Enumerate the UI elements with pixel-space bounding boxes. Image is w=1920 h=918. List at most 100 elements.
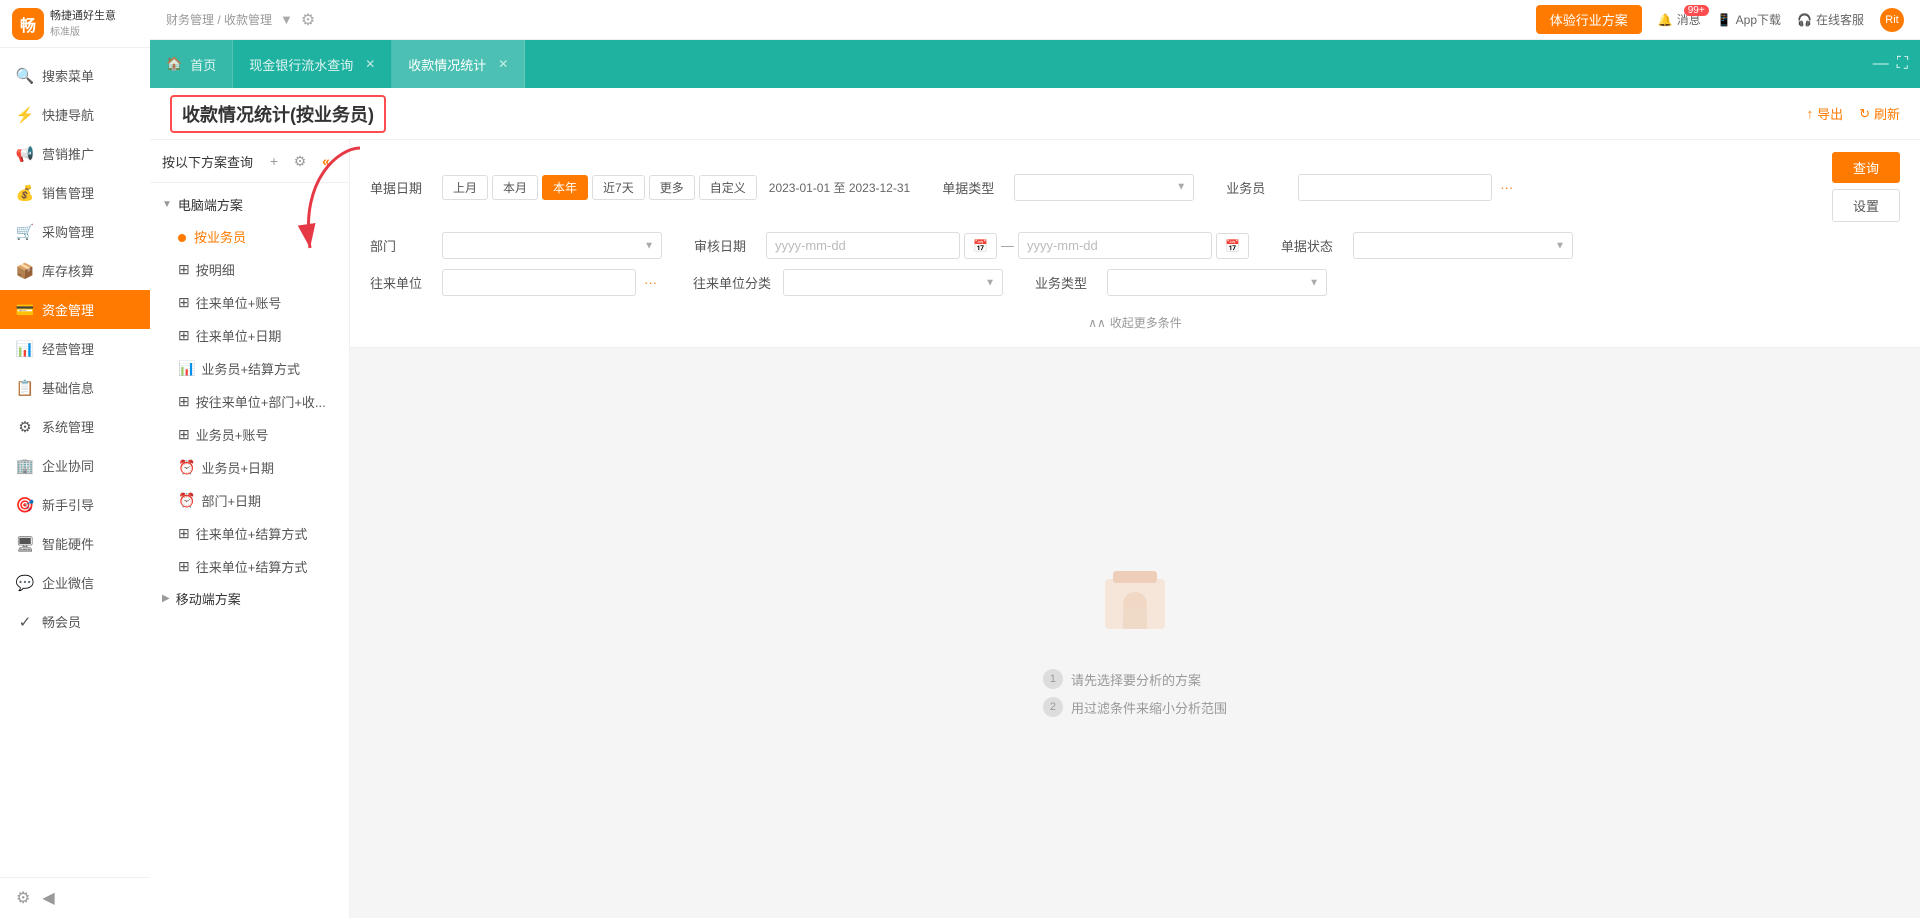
tree-item-counterpart-settle1[interactable]: ⊞ 往来单位+结算方式 bbox=[150, 517, 349, 550]
date-this-year[interactable]: 本年 bbox=[542, 175, 588, 200]
doc-type-select[interactable] bbox=[1014, 174, 1194, 201]
sidebar-item-system[interactable]: ⚙ 系统管理 bbox=[0, 407, 150, 446]
sidebar-item-guide[interactable]: 🎯 新手引导 bbox=[0, 485, 150, 524]
sidebar-item-basic-info[interactable]: 📋 基础信息 bbox=[0, 368, 150, 407]
counterpart-input[interactable] bbox=[442, 269, 636, 296]
counterpart-type-select[interactable] bbox=[783, 269, 1003, 296]
tree-group-label: 电脑端方案 bbox=[178, 195, 243, 214]
review-date-start[interactable] bbox=[766, 232, 960, 259]
date-7days[interactable]: 近7天 bbox=[592, 175, 645, 200]
dept-select[interactable] bbox=[442, 232, 662, 259]
sidebar-item-hardware[interactable]: 🖥 智能硬件 bbox=[0, 524, 150, 563]
collapse-filter-btn[interactable]: ∧∧ 收起更多条件 bbox=[370, 306, 1900, 335]
add-scheme-btn[interactable]: + bbox=[263, 150, 285, 172]
salesperson-more-btn[interactable]: ··· bbox=[1496, 180, 1517, 195]
trial-btn[interactable]: 体验行业方案 bbox=[1536, 5, 1642, 34]
sidebar-item-inventory[interactable]: 📦 库存核算 bbox=[0, 251, 150, 290]
date-prev-month[interactable]: 上月 bbox=[442, 175, 488, 200]
tree-collapse-icon: ▶ bbox=[162, 593, 170, 604]
review-date-end[interactable] bbox=[1018, 232, 1212, 259]
bell-icon: 🔔 bbox=[1658, 13, 1673, 27]
sidebar-item-quick-nav[interactable]: ⚡ 快捷导航 bbox=[0, 95, 150, 134]
grid-icon: ⊞ bbox=[178, 261, 190, 278]
panel-collapse-btn[interactable]: « bbox=[315, 150, 337, 172]
refresh-btn[interactable]: ↻ 刷新 bbox=[1859, 104, 1900, 123]
tree-group-desktop-header[interactable]: ▼ 电脑端方案 bbox=[150, 189, 349, 220]
review-date-end-cal-btn[interactable]: 📅 bbox=[1216, 233, 1249, 259]
left-panel: 按以下方案查询 + ⚙ « ▼ 电脑端方案 按业务员 bbox=[150, 140, 350, 918]
tab-minimize-btn[interactable]: — bbox=[1873, 55, 1889, 73]
date-more[interactable]: 更多 bbox=[649, 175, 695, 200]
breadcrumb-dropdown-icon[interactable]: ▼ bbox=[280, 12, 293, 27]
tab-receivable[interactable]: 收款情况统计 ✕ bbox=[392, 40, 525, 88]
sidebar-item-enterprise[interactable]: 🏢 企业协同 bbox=[0, 446, 150, 485]
date-this-month[interactable]: 本月 bbox=[492, 175, 538, 200]
counterpart-more-btn[interactable]: ··· bbox=[640, 275, 661, 290]
chart-icon: 📊 bbox=[16, 340, 34, 358]
sidebar-collapse-btn[interactable]: ◀ bbox=[42, 888, 54, 908]
sidebar-item-vip[interactable]: ✓ 畅会员 bbox=[0, 602, 150, 641]
filter-row-1: 单据日期 上月 本月 本年 近7天 更多 自定义 2023-01-01 至 20… bbox=[370, 152, 1900, 222]
salesperson-input[interactable] bbox=[1298, 174, 1492, 201]
sidebar-item-finance[interactable]: 💳 资金管理 bbox=[0, 290, 150, 329]
tree-group-mobile-header[interactable]: ▶ 移动端方案 bbox=[150, 583, 349, 614]
salesperson-label: 业务员 bbox=[1226, 178, 1286, 197]
empty-step-2: 2 用过滤条件来缩小分析范围 bbox=[1043, 697, 1227, 717]
doc-type-select-wrap: ▼ bbox=[1014, 174, 1194, 201]
counterpart-type-label: 往来单位分类 bbox=[693, 273, 771, 292]
tree-group-mobile-label: 移动端方案 bbox=[176, 589, 241, 608]
table5-icon: ⊞ bbox=[178, 525, 190, 542]
hardware-icon: 🖥 bbox=[16, 535, 34, 553]
tree-item-dept-date[interactable]: ⏰ 部门+日期 bbox=[150, 484, 349, 517]
tree-item-by-counterpart-dept[interactable]: ⊞ 按往来单位+部门+收... bbox=[150, 385, 349, 418]
tree-item-counterpart-settle2[interactable]: ⊞ 往来单位+结算方式 bbox=[150, 550, 349, 583]
tab-bar: 🏠 首页 现金银行流水查询 ✕ 收款情况统计 ✕ — ⛶ bbox=[150, 40, 1920, 88]
date-custom[interactable]: 自定义 bbox=[699, 175, 757, 200]
tab-bank-close[interactable]: ✕ bbox=[365, 57, 375, 71]
sidebar-item-marketing[interactable]: 📢 营销推广 bbox=[0, 134, 150, 173]
messages-btn[interactable]: 🔔 消息 99+ bbox=[1658, 11, 1701, 28]
business-type-select-wrap: ▼ bbox=[1107, 269, 1327, 296]
flash-icon: ⚡ bbox=[16, 106, 34, 124]
sidebar-item-sales[interactable]: 💰 销售管理 bbox=[0, 173, 150, 212]
tree-item-salesperson-date[interactable]: ⏰ 业务员+日期 bbox=[150, 451, 349, 484]
online-service-btn[interactable]: 🎧 在线客服 bbox=[1797, 11, 1864, 28]
export-btn[interactable]: ↑ 导出 bbox=[1807, 104, 1844, 123]
query-btn[interactable]: 查询 bbox=[1832, 152, 1900, 183]
right-content: 单据日期 上月 本月 本年 近7天 更多 自定义 2023-01-01 至 20… bbox=[350, 140, 1920, 918]
page-actions: ↑ 导出 ↻ 刷新 bbox=[1807, 104, 1900, 123]
tree-item-by-detail[interactable]: ⊞ 按明细 bbox=[150, 253, 349, 286]
scheme-settings-btn[interactable]: ⚙ bbox=[289, 150, 311, 172]
counterpart-label: 往来单位 bbox=[370, 273, 430, 292]
tree-item-counterpart-account[interactable]: ⊞ 往来单位+账号 bbox=[150, 286, 349, 319]
user-avatar[interactable]: Rit bbox=[1880, 8, 1904, 32]
tree-item-counterpart-date[interactable]: ⊞ 往来单位+日期 bbox=[150, 319, 349, 352]
sidebar-settings-btn[interactable]: ⚙ bbox=[16, 888, 30, 908]
sidebar-logo: 畅 畅捷通好生意 标准版 bbox=[0, 0, 150, 48]
tab-maximize-btn[interactable]: ⛶ bbox=[1897, 55, 1908, 73]
settings-btn[interactable]: ⚙ bbox=[301, 10, 315, 30]
sidebar-item-search[interactable]: 🔍 搜索菜单 bbox=[0, 56, 150, 95]
review-date-start-cal-btn[interactable]: 📅 bbox=[964, 233, 997, 259]
table-icon: ⊞ bbox=[178, 294, 190, 311]
main-wrapper: 财务管理 / 收款管理 ▼ ⚙ 体验行业方案 🔔 消息 99+ 📱 App下载 … bbox=[150, 0, 1920, 918]
logo-name: 畅捷通好生意 bbox=[50, 9, 116, 23]
business-type-select[interactable] bbox=[1107, 269, 1327, 296]
sidebar-item-operations[interactable]: 📊 经营管理 bbox=[0, 329, 150, 368]
guide-icon: 🎯 bbox=[16, 496, 34, 514]
app-download-btn[interactable]: 📱 App下载 bbox=[1717, 11, 1781, 28]
table4-icon: ⊞ bbox=[178, 426, 190, 443]
dept-label: 部门 bbox=[370, 236, 430, 255]
tree-item-salesperson-settle[interactable]: 📊 业务员+结算方式 bbox=[150, 352, 349, 385]
empty-step-1: 1 请先选择要分析的方案 bbox=[1043, 669, 1227, 689]
empty-state: 1 请先选择要分析的方案 2 用过滤条件来缩小分析范围 bbox=[350, 348, 1920, 918]
tree-item-by-salesperson[interactable]: 按业务员 bbox=[150, 220, 349, 253]
tab-home[interactable]: 🏠 首页 bbox=[150, 40, 233, 88]
sidebar-item-purchase[interactable]: 🛒 采购管理 bbox=[0, 212, 150, 251]
sidebar-item-wechat[interactable]: 💬 企业微信 bbox=[0, 563, 150, 602]
tree-item-salesperson-account[interactable]: ⊞ 业务员+账号 bbox=[150, 418, 349, 451]
filter-settings-btn[interactable]: 设置 bbox=[1832, 189, 1900, 222]
tab-bank[interactable]: 现金银行流水查询 ✕ bbox=[233, 40, 392, 88]
doc-status-select[interactable] bbox=[1353, 232, 1573, 259]
tab-receivable-close[interactable]: ✕ bbox=[498, 57, 508, 71]
